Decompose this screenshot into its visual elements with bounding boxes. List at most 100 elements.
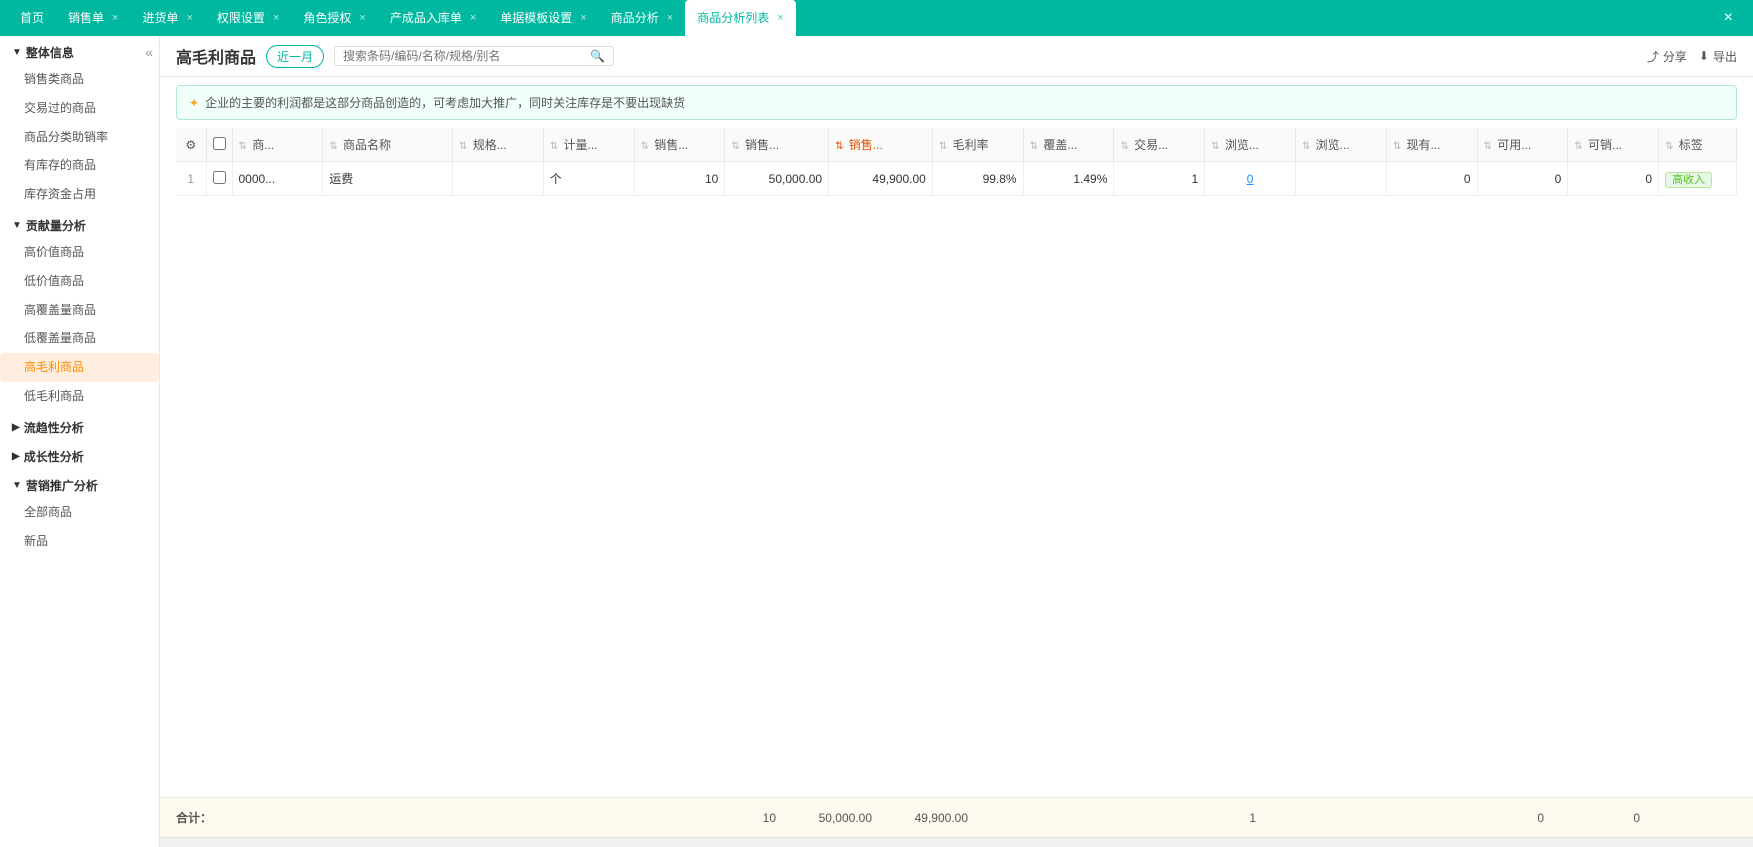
col-gross-rate: ⇅ 毛利率 [932, 128, 1023, 162]
col-transactions: ⇅ 交易... [1114, 128, 1205, 162]
close-template-settings[interactable]: × [580, 0, 586, 36]
close-purchase-order[interactable]: × [186, 0, 192, 36]
window-close-button[interactable]: × [1712, 9, 1745, 27]
col-sales2: ⇅ 销售... [725, 128, 829, 162]
export-button[interactable]: ⬇ 导出 [1699, 48, 1737, 65]
nav-product-analysis[interactable]: 商品分析 × [599, 0, 685, 36]
nav-product-inbound[interactable]: 产成品入库单 × [378, 0, 488, 36]
group-arrow-contribution: ▼ [12, 220, 22, 231]
row-checkbox[interactable] [213, 171, 226, 184]
table-container: ⚙ ⇅ 商... ⇅ 商品名称 [160, 128, 1753, 797]
cell-views1[interactable]: 0 [1205, 162, 1296, 196]
sidebar-item-low-coverage[interactable]: 低覆盖量商品 [0, 324, 159, 353]
sidebar-group-growth[interactable]: ▶ 成长性分析 [0, 440, 159, 469]
close-sales-order[interactable]: × [112, 0, 118, 36]
cell-name: 运费 [323, 162, 453, 196]
cell-checkbox[interactable] [206, 162, 232, 196]
info-icon: ✦ [189, 96, 199, 110]
close-product-analysis-list[interactable]: × [777, 0, 783, 36]
time-filter-button[interactable]: 近一月 [266, 45, 324, 68]
sidebar-item-low-margin[interactable]: 低毛利商品 [0, 382, 159, 411]
close-role-auth[interactable]: × [359, 0, 365, 36]
cell-code: 0000... [232, 162, 323, 196]
sidebar-group-marketing[interactable]: ▼ 营销推广分析 [0, 469, 159, 498]
info-banner: ✦ 企业的主要的利润都是这部分商品创造的，可考虑加大推广，同时关注库存是不要出现… [176, 85, 1737, 120]
cell-stock1: 0 [1386, 162, 1477, 196]
views-link[interactable]: 0 [1247, 172, 1254, 186]
settings-icon[interactable]: ⚙ [185, 138, 196, 152]
sidebar-collapse-button[interactable]: « [145, 44, 153, 60]
col-views2: ⇅ 浏览... [1295, 128, 1386, 162]
col-unit: ⇅ 计量... [543, 128, 634, 162]
footer-transactions: 1 [1176, 811, 1256, 825]
sidebar-item-all-goods[interactable]: 全部商品 [0, 498, 159, 527]
nav-sales-order[interactable]: 销售单 × [56, 0, 130, 36]
sidebar-item-low-value[interactable]: 低价值商品 [0, 267, 159, 296]
footer-sales2: 50,000.00 [792, 811, 872, 825]
cell-index: 1 [176, 162, 206, 196]
search-input[interactable] [343, 49, 586, 63]
col-name: ⇅ 商品名称 [323, 128, 453, 162]
sidebar-item-high-coverage[interactable]: 高覆盖量商品 [0, 296, 159, 325]
sidebar: « ▼ 整体信息 销售类商品 交易过的商品 商品分类助销率 有库存的商品 库存资… [0, 36, 160, 847]
sort-icon-stock1: ⇅ [1393, 141, 1401, 152]
sidebar-item-category-rate[interactable]: 商品分类助销率 [0, 123, 159, 152]
cell-stock2: 0 [1477, 162, 1568, 196]
select-all-checkbox[interactable] [213, 137, 226, 150]
sidebar-group-overall[interactable]: ▼ 整体信息 [0, 36, 159, 65]
close-product-analysis[interactable]: × [667, 0, 673, 36]
sort-icon-stock3: ⇅ [1574, 141, 1582, 152]
sort-icon-code: ⇅ [239, 141, 247, 152]
data-table: ⚙ ⇅ 商... ⇅ 商品名称 [176, 128, 1737, 196]
nav-template-settings[interactable]: 单据模板设置 × [488, 0, 598, 36]
group-arrow-flow: ▶ [12, 422, 20, 433]
sort-icon-unit: ⇅ [550, 141, 558, 152]
sort-icon-views2: ⇅ [1302, 141, 1310, 152]
sidebar-group-flow[interactable]: ▶ 流趋性分析 [0, 411, 159, 440]
footer-total-label: 合计： [176, 809, 212, 826]
sort-icon-coverage: ⇅ [1030, 141, 1038, 152]
close-permission-settings[interactable]: × [273, 0, 279, 36]
cell-views2 [1295, 162, 1386, 196]
search-icon[interactable]: 🔍 [590, 49, 605, 63]
col-tag: ⇅ 标签 [1659, 128, 1737, 162]
sort-icon-stock2: ⇅ [1484, 141, 1492, 152]
sort-icon-name: ⇅ [329, 141, 337, 152]
sort-icon-spec: ⇅ [459, 141, 467, 152]
col-stock3: ⇅ 可销... [1568, 128, 1659, 162]
col-stock2: ⇅ 可用... [1477, 128, 1568, 162]
nav-product-analysis-list[interactable]: 商品分析列表 × [685, 0, 795, 36]
sort-icon-sales3: ⇅ [835, 141, 843, 152]
close-product-inbound[interactable]: × [470, 0, 476, 36]
cell-tag: 高收入 [1659, 162, 1737, 196]
sidebar-item-in-stock-goods[interactable]: 有库存的商品 [0, 151, 159, 180]
col-sales1: ⇅ 销售... [634, 128, 725, 162]
export-icon: ⬇ [1699, 49, 1709, 63]
horizontal-scrollbar[interactable] [160, 837, 1753, 847]
share-button[interactable]: ⤴ 分享 [1647, 48, 1687, 65]
col-stock1: ⇅ 现有... [1386, 128, 1477, 162]
nav-role-auth[interactable]: 角色授权 × [291, 0, 377, 36]
sort-icon-views1: ⇅ [1211, 141, 1219, 152]
sidebar-item-stock-capital[interactable]: 库存资金占用 [0, 180, 159, 209]
col-settings[interactable]: ⚙ [176, 128, 206, 162]
cell-sales2: 50,000.00 [725, 162, 829, 196]
sidebar-group-contribution[interactable]: ▼ 贡献量分析 [0, 209, 159, 238]
sidebar-item-high-margin[interactable]: 高毛利商品 [0, 353, 159, 382]
col-coverage: ⇅ 覆盖... [1023, 128, 1114, 162]
cell-sales3: 49,900.00 [829, 162, 933, 196]
nav-home[interactable]: 首页 [8, 0, 56, 36]
footer-sales3: 49,900.00 [888, 811, 968, 825]
sidebar-item-sales-goods[interactable]: 销售类商品 [0, 65, 159, 94]
main-layout: « ▼ 整体信息 销售类商品 交易过的商品 商品分类助销率 有库存的商品 库存资… [0, 36, 1753, 847]
nav-purchase-order[interactable]: 进货单 × [130, 0, 204, 36]
col-checkbox[interactable] [206, 128, 232, 162]
share-icon: ⤴ [1647, 48, 1659, 65]
sort-icon-sales1: ⇅ [641, 141, 649, 152]
nav-permission-settings[interactable]: 权限设置 × [205, 0, 291, 36]
sidebar-item-traded-goods[interactable]: 交易过的商品 [0, 94, 159, 123]
sidebar-item-high-value[interactable]: 高价值商品 [0, 238, 159, 267]
sidebar-item-new-goods[interactable]: 新品 [0, 527, 159, 556]
cell-spec [452, 162, 543, 196]
search-box: 🔍 [334, 46, 614, 66]
